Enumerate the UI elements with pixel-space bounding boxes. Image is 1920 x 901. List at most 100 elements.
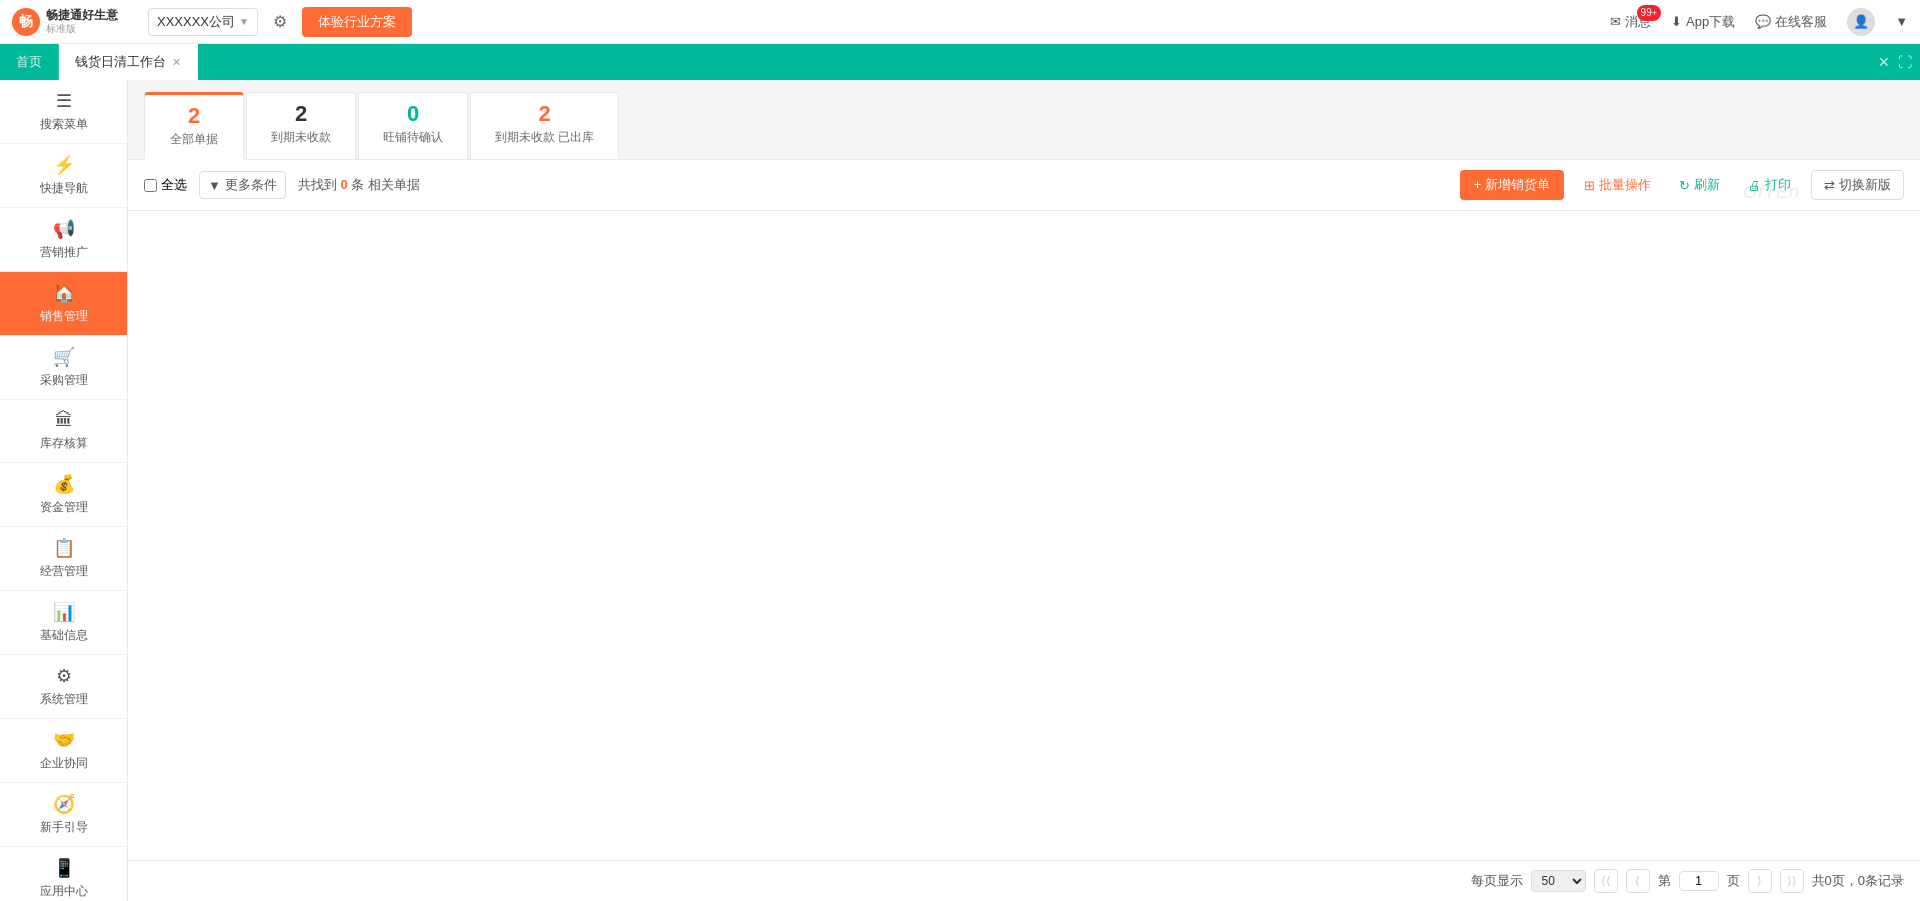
logo-icon: 畅 — [12, 8, 40, 36]
sidebar-item-marketing[interactable]: 📢 营销推广 — [0, 208, 127, 272]
add-sales-order-button[interactable]: + 新增销货单 — [1460, 170, 1564, 200]
newcomer-icon: 🧭 — [53, 793, 75, 815]
search-menu-label: 搜索菜单 — [40, 116, 88, 133]
filter-tab-all-label: 全部单据 — [170, 131, 218, 148]
filter-tab-unshipped[interactable]: 2 到期未收款 已出库 — [470, 92, 619, 159]
enterprise-collab-icon: 🤝 — [53, 729, 75, 751]
operations-icon: 📋 — [53, 537, 75, 559]
system-mgmt-icon: ⚙ — [56, 665, 72, 687]
settings-button[interactable]: ⚙ — [266, 8, 294, 36]
sidebar-item-finance[interactable]: 💰 资金管理 — [0, 463, 127, 527]
select-all-checkbox[interactable]: 全选 — [144, 176, 187, 194]
page-number-input[interactable] — [1679, 871, 1719, 891]
marketing-label: 营销推广 — [40, 244, 88, 261]
filter-tab-wangpu-label: 旺铺待确认 — [383, 129, 443, 146]
main-layout: ☰ 搜索菜单 ⚡ 快捷导航 📢 营销推广 🏠 销售管理 🛒 采购管理 🏛 库存核… — [0, 80, 1920, 901]
batch-ops-button[interactable]: ⊞ 批量操作 — [1576, 172, 1659, 198]
quick-nav-icon: ⚡ — [53, 154, 75, 176]
logo-area: 畅 畅捷通好生意 标准版 — [12, 8, 140, 36]
print-button[interactable]: 🖨 打印 — [1740, 172, 1799, 198]
pagination-next[interactable]: ⟩ — [1748, 869, 1772, 893]
logo-text: 畅捷通好生意 标准版 — [46, 8, 118, 34]
found-text: 共找到 0 条 相关单据 — [298, 176, 420, 194]
app-download-button[interactable]: ⬇ App下载 — [1671, 13, 1735, 31]
search-menu-icon: ☰ — [56, 90, 72, 112]
app-download-label: App下载 — [1686, 13, 1735, 31]
sidebar-item-purchase-mgmt[interactable]: 🛒 采购管理 — [0, 336, 127, 400]
operations-label: 经营管理 — [40, 563, 88, 580]
tab-close-icon[interactable]: ✕ — [172, 56, 181, 69]
switch-version-button[interactable]: ⇄ 切换新版 — [1811, 170, 1904, 200]
online-service-button[interactable]: 💬 在线客服 — [1755, 13, 1827, 31]
pagination-prev[interactable]: ⟨ — [1626, 869, 1650, 893]
tab-cash-work-label: 钱货日清工作台 — [75, 53, 166, 71]
filter-tab-all[interactable]: 2 全部单据 — [144, 92, 244, 160]
page-size-select[interactable]: 50 10 20 100 — [1531, 870, 1586, 892]
table-area — [128, 211, 1920, 860]
pagination-first[interactable]: ⟨⟨ — [1594, 869, 1618, 893]
message-icon: ✉ — [1610, 14, 1621, 29]
tab-cash-work[interactable]: 钱货日清工作台 ✕ — [59, 44, 198, 80]
refresh-label: 刷新 — [1694, 176, 1720, 194]
company-selector[interactable]: XXXXXX公司 ▼ — [148, 8, 258, 36]
filter-tab-unshipped-label: 到期未收款 已出库 — [495, 129, 594, 146]
nav-tabs: 首页 钱货日清工作台 ✕ ✕ ⛶ — [0, 44, 1920, 80]
tab-home-label: 首页 — [16, 53, 42, 71]
found-count: 0 — [341, 177, 348, 192]
avatar[interactable]: 👤 — [1847, 8, 1875, 36]
company-arrow: ▼ — [239, 16, 249, 27]
trial-button[interactable]: 体验行业方案 — [302, 7, 412, 37]
pagination-page-label: 第 — [1658, 872, 1671, 890]
content-inner: 2 全部单据 2 到期未收款 0 旺铺待确认 2 到期未收款 已出库 — [128, 80, 1920, 901]
sidebar-item-system-mgmt[interactable]: ⚙ 系统管理 — [0, 655, 127, 719]
sidebar-item-operations[interactable]: 📋 经营管理 — [0, 527, 127, 591]
footer-pagination: 每页显示 50 10 20 100 ⟨⟨ ⟨ 第 页 ⟩ ⟩⟩ 共0页，0条记录 — [128, 860, 1920, 901]
content-area: 2 全部单据 2 到期未收款 0 旺铺待确认 2 到期未收款 已出库 — [128, 80, 1920, 901]
tab-expand[interactable]: ⛶ — [1898, 54, 1912, 70]
sidebar-item-inventory[interactable]: 🏛 库存核算 — [0, 400, 127, 463]
refresh-icon: ↻ — [1679, 178, 1690, 193]
page-size-label: 每页显示 — [1471, 872, 1523, 890]
tab-home[interactable]: 首页 — [0, 44, 59, 80]
select-all-label: 全选 — [161, 176, 187, 194]
sidebar-item-enterprise-collab[interactable]: 🤝 企业协同 — [0, 719, 127, 783]
sidebar-item-newcomer[interactable]: 🧭 新手引导 — [0, 783, 127, 847]
online-service-label: 在线客服 — [1775, 13, 1827, 31]
marketing-icon: 📢 — [53, 218, 75, 240]
tab-close-window[interactable]: ✕ — [1878, 54, 1890, 70]
sidebar-item-app-center[interactable]: 📱 应用中心 — [0, 847, 127, 901]
app-center-icon: 📱 — [53, 857, 75, 879]
purchase-mgmt-label: 采购管理 — [40, 372, 88, 389]
basic-info-icon: 📊 — [53, 601, 75, 623]
finance-icon: 💰 — [53, 473, 75, 495]
switch-icon: ⇄ — [1824, 178, 1835, 193]
basic-info-label: 基础信息 — [40, 627, 88, 644]
batch-ops-icon: ⊞ — [1584, 178, 1595, 193]
pagination-last[interactable]: ⟩⟩ — [1780, 869, 1804, 893]
username-display[interactable]: ▼ — [1895, 14, 1908, 29]
sales-mgmt-icon: 🏠 — [53, 282, 75, 304]
sidebar-item-basic-info[interactable]: 📊 基础信息 — [0, 591, 127, 655]
enterprise-collab-label: 企业协同 — [40, 755, 88, 772]
select-all-input[interactable] — [144, 179, 157, 192]
inventory-label: 库存核算 — [40, 435, 88, 452]
batch-ops-label: 批量操作 — [1599, 176, 1651, 194]
filter-tab-wangpu[interactable]: 0 旺铺待确认 — [358, 92, 468, 159]
sidebar-item-sales-mgmt[interactable]: 🏠 销售管理 — [0, 272, 127, 336]
sidebar-item-search-menu[interactable]: ☰ 搜索菜单 — [0, 80, 127, 144]
app-center-label: 应用中心 — [40, 883, 88, 900]
header-right: ✉ 消息 99 ⬇ App下载 💬 在线客服 👤 ▼ — [1610, 8, 1908, 36]
refresh-button[interactable]: ↻ 刷新 — [1671, 172, 1728, 198]
print-label: 打印 — [1765, 176, 1791, 194]
purchase-mgmt-icon: 🛒 — [53, 346, 75, 368]
switch-label: 切换新版 — [1839, 176, 1891, 194]
filter-icon: ▼ — [208, 178, 221, 193]
sidebar-item-quick-nav[interactable]: ⚡ 快捷导航 — [0, 144, 127, 208]
company-name: XXXXXX公司 — [157, 13, 235, 31]
logo-sub: 标准版 — [46, 23, 118, 35]
filter-tab-overdue[interactable]: 2 到期未收款 — [246, 92, 356, 159]
filter-tab-unshipped-count: 2 — [539, 101, 551, 127]
message-button[interactable]: ✉ 消息 99 — [1610, 13, 1651, 31]
filter-button[interactable]: ▼ 更多条件 — [199, 171, 286, 199]
service-icon: 💬 — [1755, 14, 1771, 29]
